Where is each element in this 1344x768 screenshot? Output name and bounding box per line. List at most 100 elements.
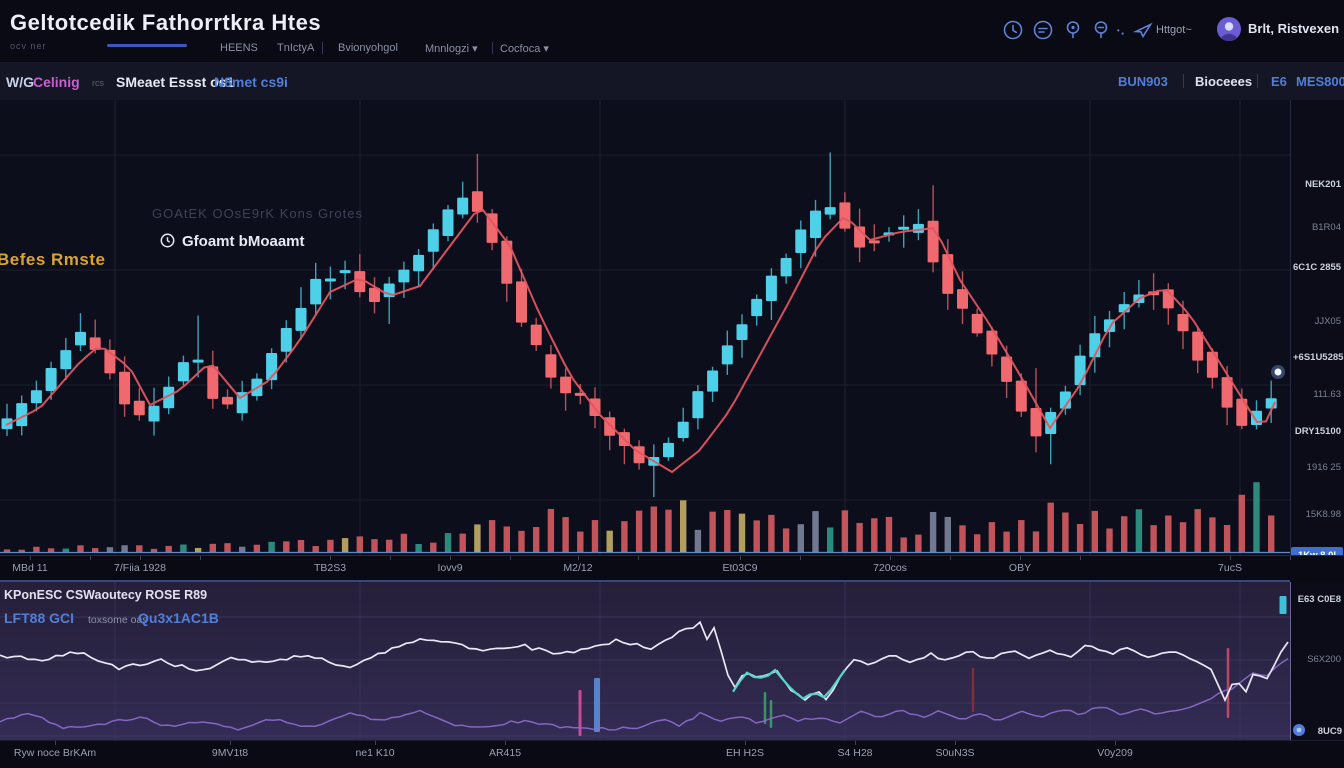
symbol-tag: rcs xyxy=(92,78,104,88)
panel-axis-label: E63 C0E8 xyxy=(1293,594,1341,605)
toolbar-separator xyxy=(1257,74,1258,88)
axis-tick xyxy=(140,556,141,560)
header-right-text: Httgot~ xyxy=(1156,24,1192,36)
price-axis-label: 15K8.98 xyxy=(1293,509,1341,520)
axis-tick xyxy=(1080,556,1081,560)
app-subtitle: ocv ner xyxy=(10,41,47,51)
time-axis-label: 720cos xyxy=(873,562,907,574)
toolbar-item-e6[interactable]: E6 xyxy=(1271,74,1287,89)
axis-tick xyxy=(90,556,91,560)
menu-separator xyxy=(492,42,493,54)
symbol-label[interactable]: W/G xyxy=(6,74,34,90)
axis-tick xyxy=(55,741,56,745)
axis-tick xyxy=(390,556,391,560)
axis-tick xyxy=(578,556,579,560)
panel-time-axis-label: EH H2S xyxy=(726,747,764,759)
time-axis-label: Iovv9 xyxy=(437,562,462,574)
axis-tick xyxy=(330,556,331,560)
menu-item-cocfoca[interactable]: Cocfoca ▾ xyxy=(500,42,549,55)
axis-tick xyxy=(890,556,891,560)
send-icon[interactable] xyxy=(1132,19,1154,41)
price-axis-label: B1R04 xyxy=(1293,222,1341,233)
axis-tick xyxy=(745,741,746,745)
pin-icon[interactable] xyxy=(1062,19,1084,41)
panel-time-axis-label: Ryw noce BrKAm xyxy=(14,747,96,759)
title-underline-accent xyxy=(107,44,187,47)
time-axis-label: MBd 11 xyxy=(12,562,47,574)
axis-tick xyxy=(1115,741,1116,745)
toolbar-item-mes800[interactable]: MES800 xyxy=(1296,74,1344,89)
panel-time-axis[interactable] xyxy=(0,740,1344,768)
price-axis-label: DRY15100 xyxy=(1293,426,1341,437)
axis-tick xyxy=(1290,556,1291,560)
axis-tick xyxy=(1230,556,1231,560)
app-root: Geltotcedik Fathorrtkra Htes ocv ner HEE… xyxy=(0,0,1344,768)
menu-item-heens[interactable]: HEENS xyxy=(220,42,258,54)
instrument-alt-label: N8met cs9i xyxy=(214,74,288,90)
time-axis-label: Et03C9 xyxy=(722,562,757,574)
menu-item-mnnlogzi[interactable]: Mnnlogzi ▾ xyxy=(425,42,478,55)
chart-overlay-label: Gfoamt bMoaamt xyxy=(160,231,305,250)
axis-tick xyxy=(375,741,376,745)
time-axis-label: 7ucS xyxy=(1218,562,1242,574)
panel-axis-label: 8UC9 xyxy=(1306,726,1342,737)
panel-axis-label: S6X200 xyxy=(1293,654,1341,665)
axis-tick xyxy=(800,556,801,560)
time-axis-label: OBY xyxy=(1009,562,1031,574)
chart-side-label: Befes Rmste xyxy=(0,250,106,270)
panel-marker-dot xyxy=(1292,723,1306,737)
price-axis-label: 6C1C 2855 xyxy=(1293,262,1341,273)
panel-time-axis-label: ne1 K10 xyxy=(355,747,394,759)
price-axis-label: JJX05 xyxy=(1293,316,1341,327)
axis-tick xyxy=(450,556,451,560)
clock-icon xyxy=(160,233,182,250)
axis-tick xyxy=(740,556,741,560)
panel-time-axis-label: S0uN3S xyxy=(935,747,974,759)
app-title: Geltotcedik Fathorrtkra Htes xyxy=(10,10,321,36)
user-name[interactable]: Brlt, Ristvexen xyxy=(1248,21,1339,36)
price-axis-column[interactable] xyxy=(1290,100,1344,740)
indicator-panel-canvas[interactable] xyxy=(0,582,1290,740)
axis-tick xyxy=(230,741,231,745)
main-chart-canvas[interactable] xyxy=(0,100,1290,555)
axis-tick xyxy=(510,556,511,560)
chat-icon[interactable] xyxy=(1032,19,1054,41)
menu-separator xyxy=(322,42,323,54)
panel-indicator-value[interactable]: Qu3x1AC1B xyxy=(138,610,219,626)
axis-tick xyxy=(638,556,639,560)
toolbar-separator xyxy=(1183,74,1184,88)
menu-item-tnictya[interactable]: TnIctyA xyxy=(277,42,314,54)
dots-icon[interactable] xyxy=(1115,26,1127,38)
price-axis-label: 1916 25 xyxy=(1293,462,1341,473)
axis-tick xyxy=(955,741,956,745)
clock-icon[interactable] xyxy=(1002,19,1024,41)
toolbar-item-bioceees[interactable]: Bioceees xyxy=(1195,74,1252,89)
axis-tick xyxy=(30,556,31,560)
symbol-alt-label[interactable]: Celinig xyxy=(33,74,80,90)
panel-axis-divider xyxy=(1290,582,1291,740)
location-icon[interactable] xyxy=(1090,19,1112,41)
chart-overlay-label-text: Gfoamt bMoaamt xyxy=(182,233,305,250)
price-axis-label: NEK201 xyxy=(1293,179,1341,190)
panel-indicator-name[interactable]: LFT88 GCI xyxy=(4,610,74,626)
main-time-axis[interactable] xyxy=(0,555,1344,583)
axis-tick xyxy=(1020,556,1021,560)
panel-time-axis-label: AR415 xyxy=(489,747,521,759)
time-axis-label: M2/12 xyxy=(563,562,592,574)
axis-tick xyxy=(855,741,856,745)
avatar-image[interactable] xyxy=(1216,16,1242,42)
axis-tick xyxy=(505,741,506,745)
price-axis-label: +6S1U5285 xyxy=(1293,352,1341,363)
time-axis-label: 7/Fiia 1928 xyxy=(114,562,166,574)
panel-time-axis-label: S4 H28 xyxy=(837,747,872,759)
panel-title: KPonESC CSWaoutecy ROSE R89 xyxy=(4,588,207,602)
axis-tick xyxy=(950,556,951,560)
axis-tick xyxy=(200,556,201,560)
panel-time-axis-label: 9MV1t8 xyxy=(212,747,248,759)
menu-item-bvionyohgol[interactable]: Bvionyohgol xyxy=(338,42,398,54)
price-axis-label: 111.63 xyxy=(1293,389,1341,400)
time-axis-label: TB2S3 xyxy=(314,562,346,574)
toolbar-item-bun903[interactable]: BUN903 xyxy=(1118,74,1168,89)
panel-time-axis-label: V0y209 xyxy=(1097,747,1133,759)
chart-watermark: GOAtEK OOsE9rK Kons Grotes xyxy=(152,206,363,221)
